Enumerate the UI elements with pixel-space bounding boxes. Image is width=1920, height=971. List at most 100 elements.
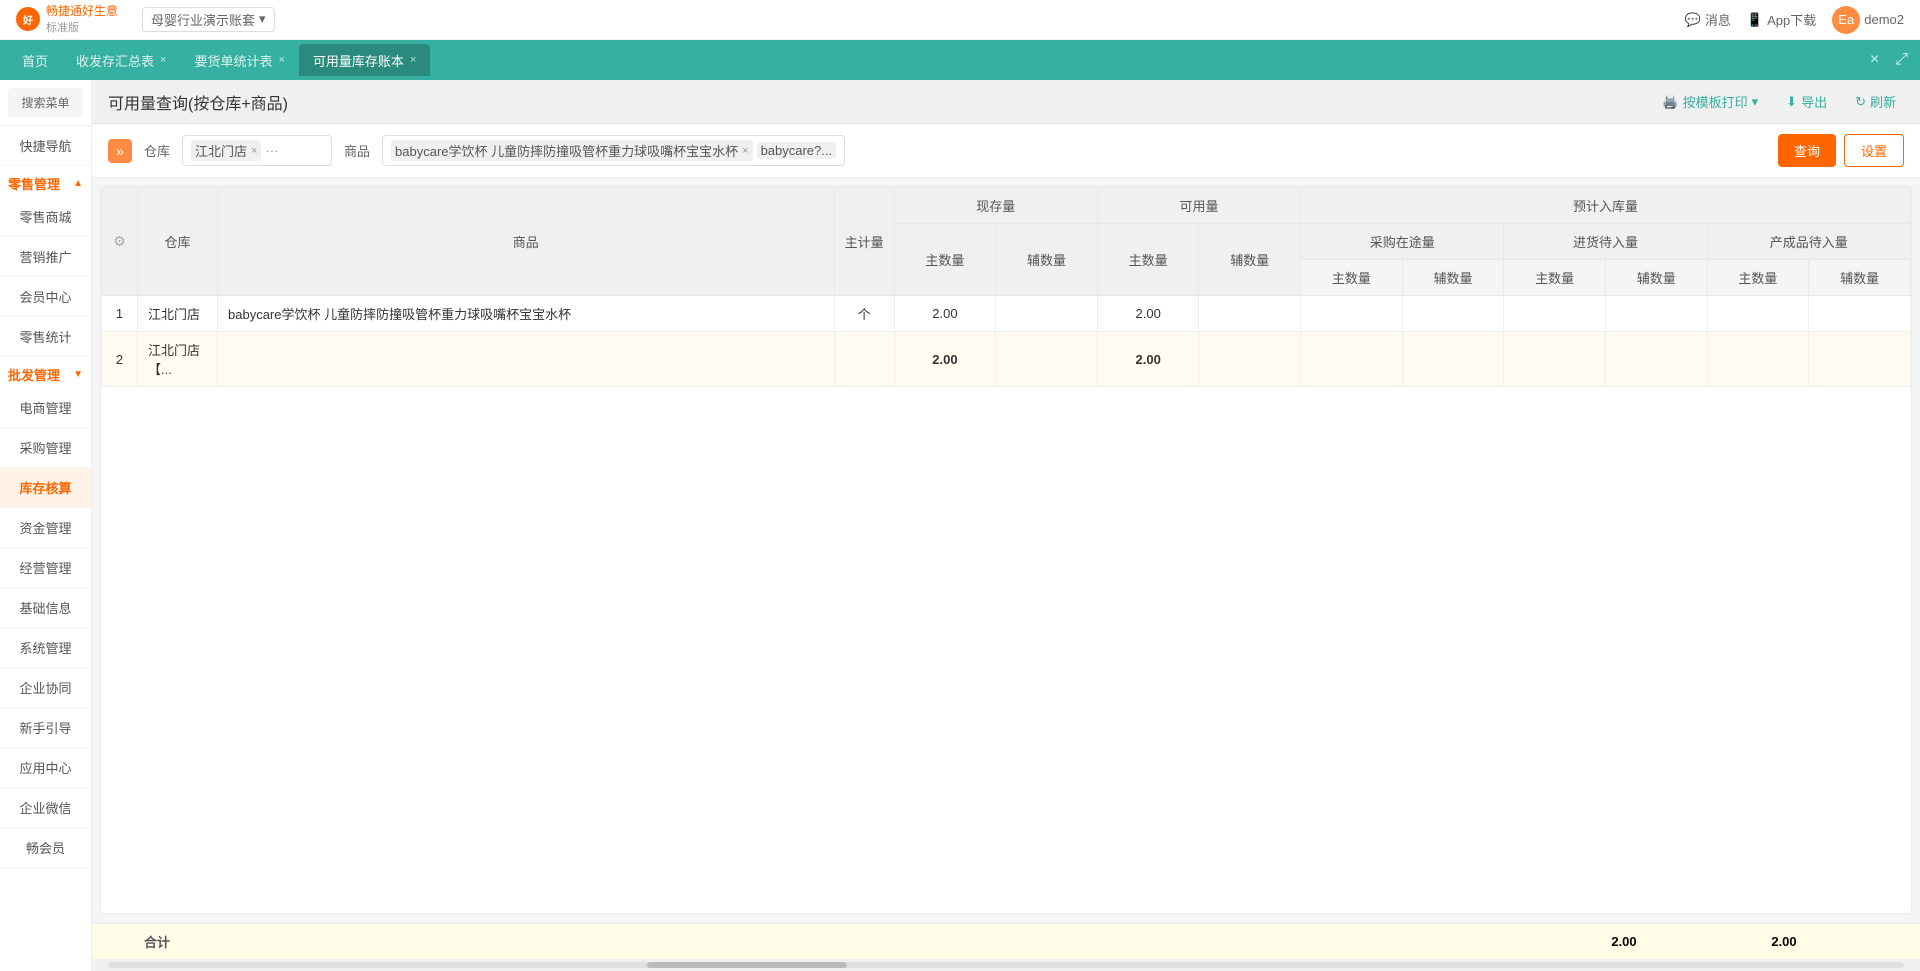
wholesale-arrow: ▼ (73, 369, 83, 380)
col-available-aux: 辅数量 (1199, 224, 1301, 296)
tab-available-stock[interactable]: 可用量库存账本 × (299, 44, 430, 76)
tab-available-stock-close[interactable]: × (410, 54, 416, 66)
filter-bar: » 仓库 江北门店 × ··· 商品 babycare学饮杯 儿童防摔防撞吸管杯… (92, 124, 1920, 178)
row1-warehouse: 江北门店 (138, 296, 218, 332)
tab-available-stock-label: 可用量库存账本 (313, 51, 404, 70)
sidebar-item-basics[interactable]: 基础信息 (0, 588, 91, 628)
sidebar-item-retail-mgmt[interactable]: 零售管理 ▲ (0, 166, 91, 197)
sidebar-item-vip[interactable]: 畅会员 (0, 828, 91, 868)
sidebar-item-retail-stats[interactable]: 零售统计 (0, 317, 91, 357)
export-label: 导出 (1801, 92, 1827, 111)
row1-current-main: 2.00 (894, 296, 996, 332)
product-input[interactable]: babycare学饮杯 儿童防摔防撞吸管杯重力球吸嘴杯宝宝水杯 × babyca… (382, 135, 845, 166)
purchase-label: 采购管理 (19, 441, 71, 456)
finance-label: 资金管理 (19, 521, 71, 536)
filter-expand-btn[interactable]: » (108, 139, 132, 163)
sidebar-item-wholesale-mgmt[interactable]: 批发管理 ▼ (0, 357, 91, 388)
row1-index: 1 (102, 296, 138, 332)
app-download-btn[interactable]: 📱 App下载 (1747, 10, 1816, 29)
scroll-thumb[interactable] (647, 962, 847, 968)
col-forecast-header: 预计入库量 (1301, 188, 1911, 224)
industry-selector[interactable]: 母婴行业演示账套 ▾ (142, 7, 275, 32)
sidebar-item-quick-nav[interactable]: 快捷导航 (0, 126, 91, 166)
sidebar-search-btn[interactable]: 搜索菜单 (8, 88, 83, 117)
print-btn[interactable]: 🖨️ 按模板打印 ▾ (1654, 88, 1766, 115)
sidebar-item-inventory[interactable]: 库存核算 (0, 468, 91, 508)
warehouse-tag-remove[interactable]: × (251, 145, 257, 157)
col-gear[interactable]: ⚙ (102, 188, 138, 296)
retail-mgmt-label: 零售管理 (8, 174, 60, 193)
row2-available-main: 2.00 (1097, 332, 1199, 387)
message-icon: 💬 (1685, 12, 1701, 28)
product-tag-2-value: babycare?... (761, 143, 833, 158)
quick-nav-label: 快捷导航 (19, 139, 71, 154)
table-row: 1 江北门店 babycare学饮杯 儿童防摔防撞吸管杯重力球吸嘴杯宝宝水杯 个… (102, 296, 1911, 332)
warehouse-label: 仓库 (144, 141, 170, 160)
message-label: 消息 (1705, 10, 1731, 29)
print-dropdown-icon: ▾ (1752, 94, 1759, 110)
row2-available-aux (1199, 332, 1301, 387)
tab-home[interactable]: 首页 (8, 44, 62, 76)
sidebar-item-wechat[interactable]: 企业微信 (0, 788, 91, 828)
vip-label: 畅会员 (26, 841, 65, 856)
tab-requisition-close[interactable]: × (278, 54, 284, 66)
col-product-header: 商品 (218, 188, 835, 296)
row1-purchase-aux (1402, 296, 1504, 332)
refresh-icon: ↻ (1855, 94, 1866, 110)
header-actions: 🖨️ 按模板打印 ▾ ⬇ 导出 ↻ 刷新 (1654, 88, 1904, 115)
avatar: Ea (1832, 6, 1860, 34)
total-current-main: 2.00 (1584, 934, 1664, 949)
sidebar-item-newbie[interactable]: 新手引导 (0, 708, 91, 748)
sidebar-search-area: 搜索菜单 (0, 80, 91, 126)
message-btn[interactable]: 💬 消息 (1685, 10, 1731, 29)
warehouse-input[interactable]: 江北门店 × ··· (182, 135, 332, 166)
total-available-main: 2.00 (1744, 934, 1824, 949)
logo-text-area: 畅捷通好生意 标准版 (46, 4, 118, 34)
top-bar: 好 畅捷通好生意 标准版 母婴行业演示账套 ▾ 💬 消息 📱 App下载 Ea … (0, 0, 1920, 40)
tab-requisition[interactable]: 要货单统计表 × (180, 44, 298, 76)
table-row: 2 江北门店【... 2.00 2.00 (102, 332, 1911, 387)
sidebar-item-member[interactable]: 会员中心 (0, 277, 91, 317)
sidebar-item-finance[interactable]: 资金管理 (0, 508, 91, 548)
warehouse-more[interactable]: ··· (265, 143, 278, 158)
export-icon: ⬇ (1786, 94, 1797, 110)
col-warehouse-header: 仓库 (138, 188, 218, 296)
member-label: 会员中心 (19, 290, 71, 305)
query-btn[interactable]: 查询 (1778, 134, 1836, 167)
dropdown-icon: ▾ (259, 11, 266, 27)
close-all-btn[interactable]: × (1866, 47, 1883, 73)
gear-icon[interactable]: ⚙ (113, 233, 126, 249)
logo-text: 畅捷通好生意 (46, 4, 118, 18)
expand-btn[interactable]: ⤢ (1891, 47, 1912, 73)
tab-receive-send-close[interactable]: × (160, 54, 166, 66)
row2-purchase-main (1301, 332, 1403, 387)
user-area[interactable]: Ea demo2 (1832, 6, 1904, 34)
retail-stats-label: 零售统计 (19, 330, 71, 345)
logo-sub: 标准版 (46, 19, 118, 35)
sidebar-item-marketing[interactable]: 营销推广 (0, 237, 91, 277)
retail-store-label: 零售商城 (19, 210, 71, 225)
export-btn[interactable]: ⬇ 导出 (1778, 88, 1835, 115)
row1-incoming-main (1504, 296, 1606, 332)
sidebar-item-system[interactable]: 系统管理 (0, 628, 91, 668)
top-bar-left: 好 畅捷通好生意 标准版 母婴行业演示账套 ▾ (16, 4, 275, 34)
sidebar-item-appstore[interactable]: 应用中心 (0, 748, 91, 788)
col-current-header: 现存量 (894, 188, 1097, 224)
ecommerce-label: 电商管理 (19, 401, 71, 416)
tab-requisition-label: 要货单统计表 (194, 51, 272, 70)
sidebar-item-purchase[interactable]: 采购管理 (0, 428, 91, 468)
sidebar-item-operations[interactable]: 经营管理 (0, 548, 91, 588)
scroll-track[interactable] (108, 962, 1904, 968)
tab-receive-send[interactable]: 收发存汇总表 × (62, 44, 180, 76)
operations-label: 经营管理 (19, 561, 71, 576)
col-incoming-header: 进货待入量 (1504, 224, 1707, 260)
enterprise-label: 企业协同 (19, 681, 71, 696)
scroll-bar-container (92, 959, 1920, 971)
refresh-btn[interactable]: ↻ 刷新 (1847, 88, 1904, 115)
logo-area: 好 畅捷通好生意 标准版 (16, 4, 118, 34)
settings-btn[interactable]: 设置 (1844, 134, 1904, 167)
sidebar-item-retail-store[interactable]: 零售商城 (0, 197, 91, 237)
product-tag-1-remove[interactable]: × (742, 145, 748, 157)
sidebar-item-enterprise[interactable]: 企业协同 (0, 668, 91, 708)
sidebar-item-ecommerce[interactable]: 电商管理 (0, 388, 91, 428)
